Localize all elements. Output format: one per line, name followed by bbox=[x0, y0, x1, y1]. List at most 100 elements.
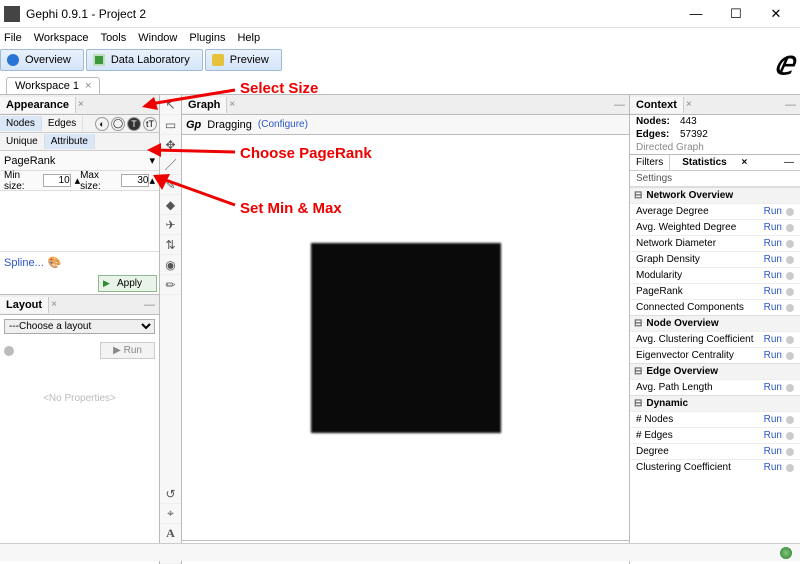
menu-file[interactable]: File bbox=[4, 32, 22, 44]
stat-name: Modularity bbox=[636, 270, 764, 281]
run-layout-button[interactable]: ▶ Run bbox=[100, 342, 155, 359]
tab-preview[interactable]: Preview bbox=[205, 49, 282, 71]
edit-tool[interactable]: ✏ bbox=[160, 275, 181, 295]
stat-name: Degree bbox=[636, 446, 764, 457]
stat-name: Avg. Clustering Coefficient bbox=[636, 334, 764, 345]
close-icon[interactable]: × bbox=[85, 80, 91, 92]
configure-link[interactable]: (Configure) bbox=[258, 119, 308, 130]
run-link[interactable]: Run bbox=[764, 334, 782, 345]
status-dot bbox=[786, 464, 794, 472]
run-link[interactable]: Run bbox=[764, 286, 782, 297]
tab-edges[interactable]: Edges bbox=[42, 116, 83, 131]
run-link[interactable]: Run bbox=[764, 446, 782, 457]
menu-help[interactable]: Help bbox=[237, 32, 260, 44]
heatmap-tool[interactable]: ◉ bbox=[160, 255, 181, 275]
run-link[interactable]: Run bbox=[764, 270, 782, 281]
group-dynamic[interactable]: Dynamic bbox=[630, 395, 800, 411]
menu-workspace[interactable]: Workspace bbox=[34, 32, 89, 44]
tab-unique[interactable]: Unique bbox=[0, 134, 45, 149]
tab-attribute[interactable]: Attribute bbox=[45, 134, 95, 149]
status-dot bbox=[786, 208, 794, 216]
status-dot bbox=[786, 416, 794, 424]
min-size-input[interactable] bbox=[43, 174, 71, 187]
group-edge-overview[interactable]: Edge Overview bbox=[630, 363, 800, 379]
minimize-icon[interactable]: — bbox=[778, 155, 800, 170]
ranking-attribute-select[interactable]: PageRank▾ bbox=[0, 151, 159, 171]
layout-select[interactable]: ---Choose a layout bbox=[4, 319, 155, 334]
workspace-tab-1[interactable]: Workspace 1× bbox=[6, 77, 100, 94]
stat-row: PageRankRun bbox=[630, 283, 800, 299]
tab-statistics[interactable]: Statistics × bbox=[670, 155, 759, 170]
rect-select-tool[interactable]: ▭ bbox=[160, 115, 181, 135]
minimize-button[interactable]: — bbox=[676, 0, 716, 28]
center-tool[interactable]: ⌖ bbox=[160, 504, 181, 524]
tab-nodes[interactable]: Nodes bbox=[0, 116, 42, 131]
color-icon[interactable]: ◐ bbox=[95, 117, 109, 131]
tab-filters[interactable]: Filters bbox=[630, 155, 670, 170]
run-link[interactable]: Run bbox=[764, 430, 782, 441]
minimize-icon[interactable]: — bbox=[610, 99, 629, 111]
stat-row: # EdgesRun bbox=[630, 427, 800, 443]
stat-name: Network Diameter bbox=[636, 238, 764, 249]
stat-row: Avg. Weighted DegreeRun bbox=[630, 219, 800, 235]
stat-name: Eigenvector Centrality bbox=[636, 350, 764, 361]
run-link[interactable]: Run bbox=[764, 238, 782, 249]
close-icon[interactable]: × bbox=[686, 99, 692, 110]
statistics-list: Network Overview Average DegreeRunAvg. W… bbox=[630, 187, 800, 564]
group-network-overview[interactable]: Network Overview bbox=[630, 187, 800, 203]
close-icon[interactable]: × bbox=[78, 99, 84, 110]
stat-name: Avg. Path Length bbox=[636, 382, 764, 393]
run-link[interactable]: Run bbox=[764, 350, 782, 361]
run-link[interactable]: Run bbox=[764, 382, 782, 393]
label-size-icon[interactable]: tT bbox=[143, 117, 157, 131]
appearance-element-tabs: Nodes Edges ◐ ◯ T tT bbox=[0, 115, 159, 133]
stat-row: Connected ComponentsRun bbox=[630, 299, 800, 315]
menu-window[interactable]: Window bbox=[138, 32, 177, 44]
stat-name: # Edges bbox=[636, 430, 764, 441]
menu-plugins[interactable]: Plugins bbox=[189, 32, 225, 44]
stat-name: Clustering Coefficient bbox=[636, 462, 764, 473]
stat-row: Avg. Clustering CoefficientRun bbox=[630, 331, 800, 347]
edge-tool[interactable]: ✈ bbox=[160, 215, 181, 235]
path-tool[interactable]: ⇅ bbox=[160, 235, 181, 255]
text-tool[interactable]: A bbox=[160, 524, 181, 544]
close-button[interactable]: ✕ bbox=[756, 0, 796, 28]
palette-icon[interactable]: 🎨 bbox=[48, 256, 62, 269]
apply-button[interactable]: Apply bbox=[98, 275, 157, 292]
stat-name: Graph Density bbox=[636, 254, 764, 265]
window-title: Gephi 0.9.1 - Project 2 bbox=[26, 7, 676, 21]
run-link[interactable]: Run bbox=[764, 302, 782, 313]
run-link[interactable]: Run bbox=[764, 414, 782, 425]
stat-name: Connected Components bbox=[636, 302, 764, 313]
tab-overview[interactable]: Overview bbox=[0, 49, 84, 71]
minimize-icon[interactable]: — bbox=[781, 99, 800, 111]
run-link[interactable]: Run bbox=[764, 462, 782, 473]
stat-row: Network DiameterRun bbox=[630, 235, 800, 251]
max-size-input[interactable] bbox=[121, 174, 149, 187]
stat-row: DegreeRun bbox=[630, 443, 800, 459]
arrow-icon bbox=[150, 170, 240, 210]
context-edges: Edges:57392 bbox=[630, 128, 800, 141]
status-dot bbox=[786, 304, 794, 312]
close-icon[interactable]: × bbox=[51, 299, 57, 310]
run-link[interactable]: Run bbox=[764, 254, 782, 265]
maximize-button[interactable]: ☐ bbox=[716, 0, 756, 28]
graph-canvas[interactable] bbox=[182, 135, 629, 540]
run-link[interactable]: Run bbox=[764, 222, 782, 233]
tab-data-laboratory[interactable]: Data Laboratory bbox=[86, 49, 203, 71]
minimize-icon[interactable]: — bbox=[140, 299, 159, 311]
status-dot bbox=[786, 288, 794, 296]
size-icon[interactable]: ◯ bbox=[111, 117, 125, 131]
statistics-settings[interactable]: Settings bbox=[630, 171, 800, 187]
status-dot bbox=[786, 432, 794, 440]
reset-colors-tool[interactable]: ↺ bbox=[160, 484, 181, 504]
stat-name: Average Degree bbox=[636, 206, 764, 217]
spline-link[interactable]: Spline... bbox=[4, 257, 44, 269]
label-color-icon[interactable]: T bbox=[127, 117, 141, 131]
group-node-overview[interactable]: Node Overview bbox=[630, 315, 800, 331]
gephi-mini-logo: Gp bbox=[186, 119, 201, 131]
context-nodes: Nodes:443 bbox=[630, 115, 800, 128]
menu-tools[interactable]: Tools bbox=[101, 32, 127, 44]
graph-render bbox=[311, 243, 501, 433]
run-link[interactable]: Run bbox=[764, 206, 782, 217]
